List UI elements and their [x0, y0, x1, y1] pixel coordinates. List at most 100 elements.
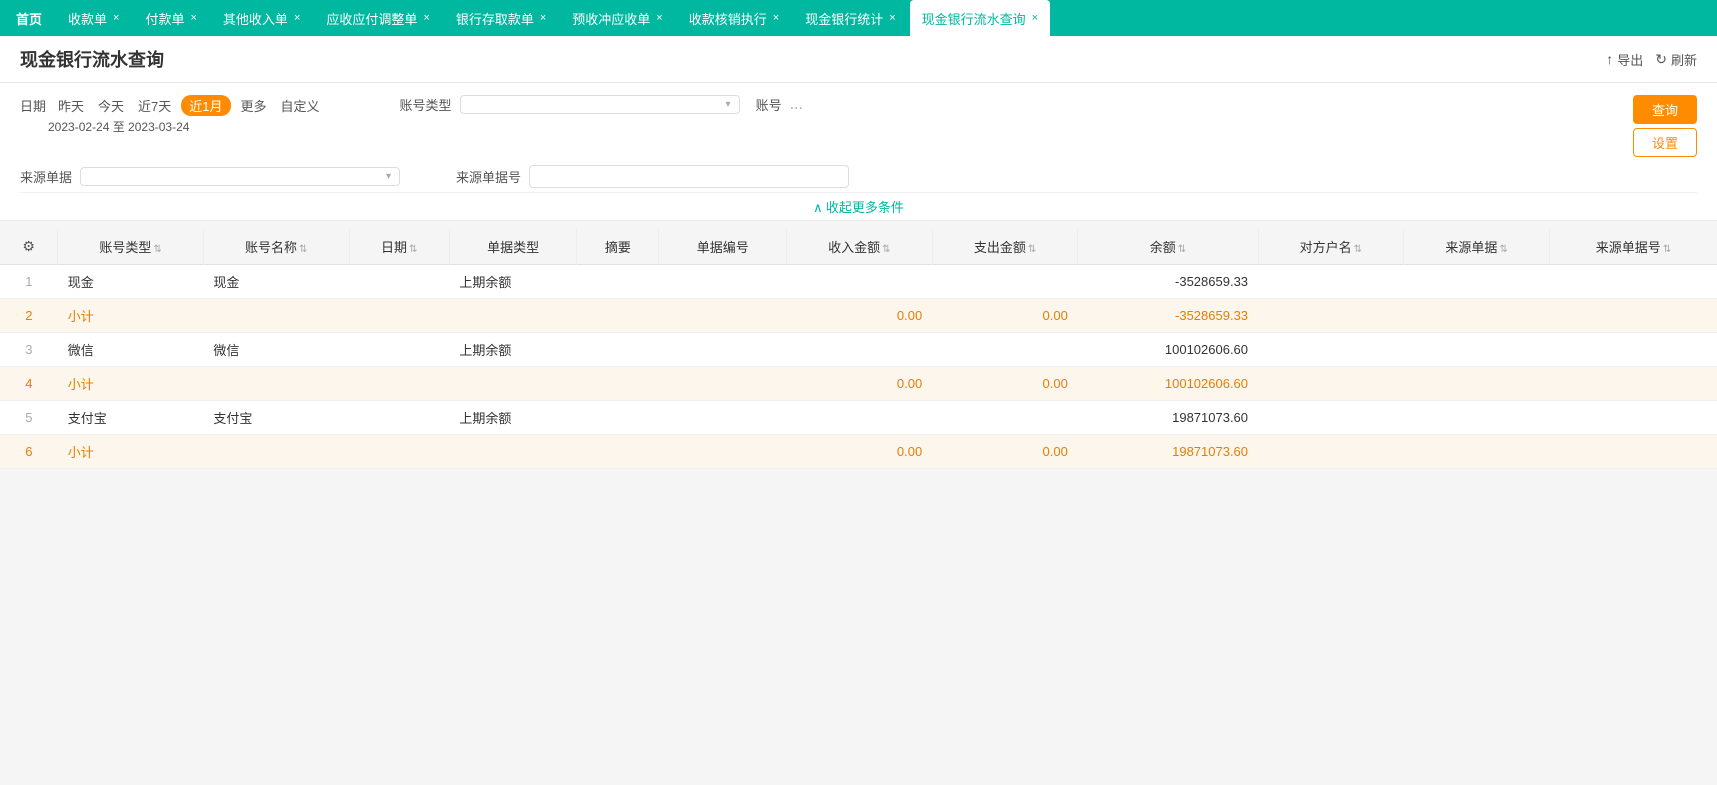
column-header-account_type[interactable]: 账号类型⇅ [58, 229, 204, 265]
summary-cell [577, 299, 659, 333]
income-cell: 0.00 [787, 435, 933, 469]
source-doc-cell [1404, 299, 1550, 333]
income-cell: 0.00 [787, 367, 933, 401]
balance-cell: 100102606.60 [1078, 367, 1258, 401]
column-header-counterpart[interactable]: 对方户名⇅ [1258, 229, 1404, 265]
column-header-summary: 摘要 [577, 229, 659, 265]
tab-close-icon[interactable]: × [773, 12, 779, 24]
tab-close-icon[interactable]: × [423, 12, 429, 24]
table-row: 1现金现金上期余额-3528659.33 [0, 265, 1717, 299]
nav-home[interactable]: 首页 [4, 0, 54, 36]
column-header-income[interactable]: 收入金额⇅ [787, 229, 933, 265]
account-name-cell [203, 435, 349, 469]
source-doc-label: 来源单据 [20, 167, 72, 186]
account-dots[interactable]: ... [790, 96, 803, 114]
tab-close-icon[interactable]: × [294, 12, 300, 24]
nav-tab[interactable]: 现金银行统计× [793, 0, 907, 36]
tab-close-icon[interactable]: × [1032, 12, 1038, 24]
export-icon: ↑ [1606, 51, 1613, 67]
nav-tab[interactable]: 银行存取款单× [444, 0, 558, 36]
doc-type-cell [449, 299, 577, 333]
account-type-cell: 小计 [58, 299, 204, 333]
date-cell [349, 401, 449, 435]
account-type-select[interactable]: ▾ [460, 95, 740, 114]
setting-button[interactable]: 设置 [1633, 128, 1697, 157]
account-type-cell: 微信 [58, 333, 204, 367]
column-header-doc_type: 单据类型 [449, 229, 577, 265]
date-option-1month[interactable]: 近1月 [181, 95, 230, 116]
sort-icon: ⇅ [1354, 244, 1362, 255]
nav-tab[interactable]: 现金银行流水查询× [910, 0, 1050, 36]
row-number: 5 [0, 401, 58, 435]
tab-close-icon[interactable]: × [889, 12, 895, 24]
column-header-doc_no: 单据编号 [659, 229, 787, 265]
summary-cell [577, 401, 659, 435]
date-option-yesterday[interactable]: 昨天 [54, 95, 88, 116]
source-doc-cell [1404, 265, 1550, 299]
query-button[interactable]: 查询 [1633, 95, 1697, 124]
source-doc-select[interactable]: ▾ [80, 167, 400, 186]
source-doc-cell [1404, 435, 1550, 469]
date-filter-label: 日期 [20, 96, 46, 115]
source-doc-num-label: 来源单据号 [456, 167, 521, 186]
page-header: 现金银行流水查询 ↑ 导出 ↻ 刷新 [0, 36, 1717, 83]
doc-type-cell: 上期余额 [449, 401, 577, 435]
source-doc-num-input[interactable] [529, 165, 849, 188]
collapse-bar[interactable]: ∧ 收起更多条件 [20, 192, 1697, 220]
chevron-down-icon: ▾ [726, 99, 731, 110]
nav-tab[interactable]: 预收冲应收单× [560, 0, 674, 36]
date-option-more[interactable]: 更多 [237, 95, 271, 116]
sort-icon: ⇅ [1499, 244, 1507, 255]
nav-tab[interactable]: 收款核销执行× [677, 0, 791, 36]
nav-tab[interactable]: 收款单× [56, 0, 131, 36]
column-header-account_name[interactable]: 账号名称⇅ [203, 229, 349, 265]
nav-tab[interactable]: 其他收入单× [211, 0, 312, 36]
column-header-source_doc_no[interactable]: 来源单据号⇅ [1549, 229, 1717, 265]
gear-icon[interactable]: ⚙ [22, 238, 35, 254]
nav-tab[interactable]: 应收应付调整单× [314, 0, 441, 36]
date-option-custom[interactable]: 自定义 [277, 95, 324, 116]
account-type-filter: 账号类型 ▾ [400, 95, 740, 114]
date-option-today[interactable]: 今天 [94, 95, 128, 116]
tab-close-icon[interactable]: × [190, 12, 196, 24]
account-type-cell: 小计 [58, 435, 204, 469]
expense-cell: 0.00 [932, 435, 1078, 469]
column-header-source_doc[interactable]: 来源单据⇅ [1404, 229, 1550, 265]
refresh-button[interactable]: ↻ 刷新 [1655, 50, 1697, 69]
doc-type-cell [449, 367, 577, 401]
date-cell [349, 265, 449, 299]
tab-close-icon[interactable]: × [656, 12, 662, 24]
source-doc-no-cell [1549, 299, 1717, 333]
tab-close-icon[interactable]: × [540, 12, 546, 24]
column-header-expense[interactable]: 支出金额⇅ [932, 229, 1078, 265]
column-header-balance[interactable]: 余额⇅ [1078, 229, 1258, 265]
tab-close-icon[interactable]: × [113, 12, 119, 24]
column-header-date[interactable]: 日期⇅ [349, 229, 449, 265]
expense-cell [932, 333, 1078, 367]
account-name-cell: 微信 [203, 333, 349, 367]
account-filter: 账号 ... [756, 95, 803, 114]
export-button[interactable]: ↑ 导出 [1606, 50, 1643, 69]
source-doc-cell [1404, 333, 1550, 367]
table-row: 4小计0.000.00100102606.60 [0, 367, 1717, 401]
row-number: 1 [0, 265, 58, 299]
row-number: 6 [0, 435, 58, 469]
table-row: 3微信微信上期余额100102606.60 [0, 333, 1717, 367]
doc-no-cell [659, 367, 787, 401]
source-doc-no-cell [1549, 435, 1717, 469]
doc-type-cell: 上期余额 [449, 265, 577, 299]
sort-icon: ⇅ [882, 244, 890, 255]
sort-icon: ⇅ [1178, 244, 1186, 255]
page-title: 现金银行流水查询 [20, 46, 164, 72]
doc-no-cell [659, 401, 787, 435]
table-row: 6小计0.000.0019871073.60 [0, 435, 1717, 469]
source-doc-no-cell [1549, 333, 1717, 367]
date-options: 昨天 今天 近7天 近1月 更多 自定义 [54, 95, 324, 116]
doc-no-cell [659, 265, 787, 299]
counterpart-cell [1258, 299, 1404, 333]
nav-home-label: 首页 [16, 9, 42, 28]
row-number: 3 [0, 333, 58, 367]
nav-tab[interactable]: 付款单× [133, 0, 208, 36]
date-option-7days[interactable]: 近7天 [134, 95, 175, 116]
column-header-gear: ⚙ [0, 229, 58, 265]
